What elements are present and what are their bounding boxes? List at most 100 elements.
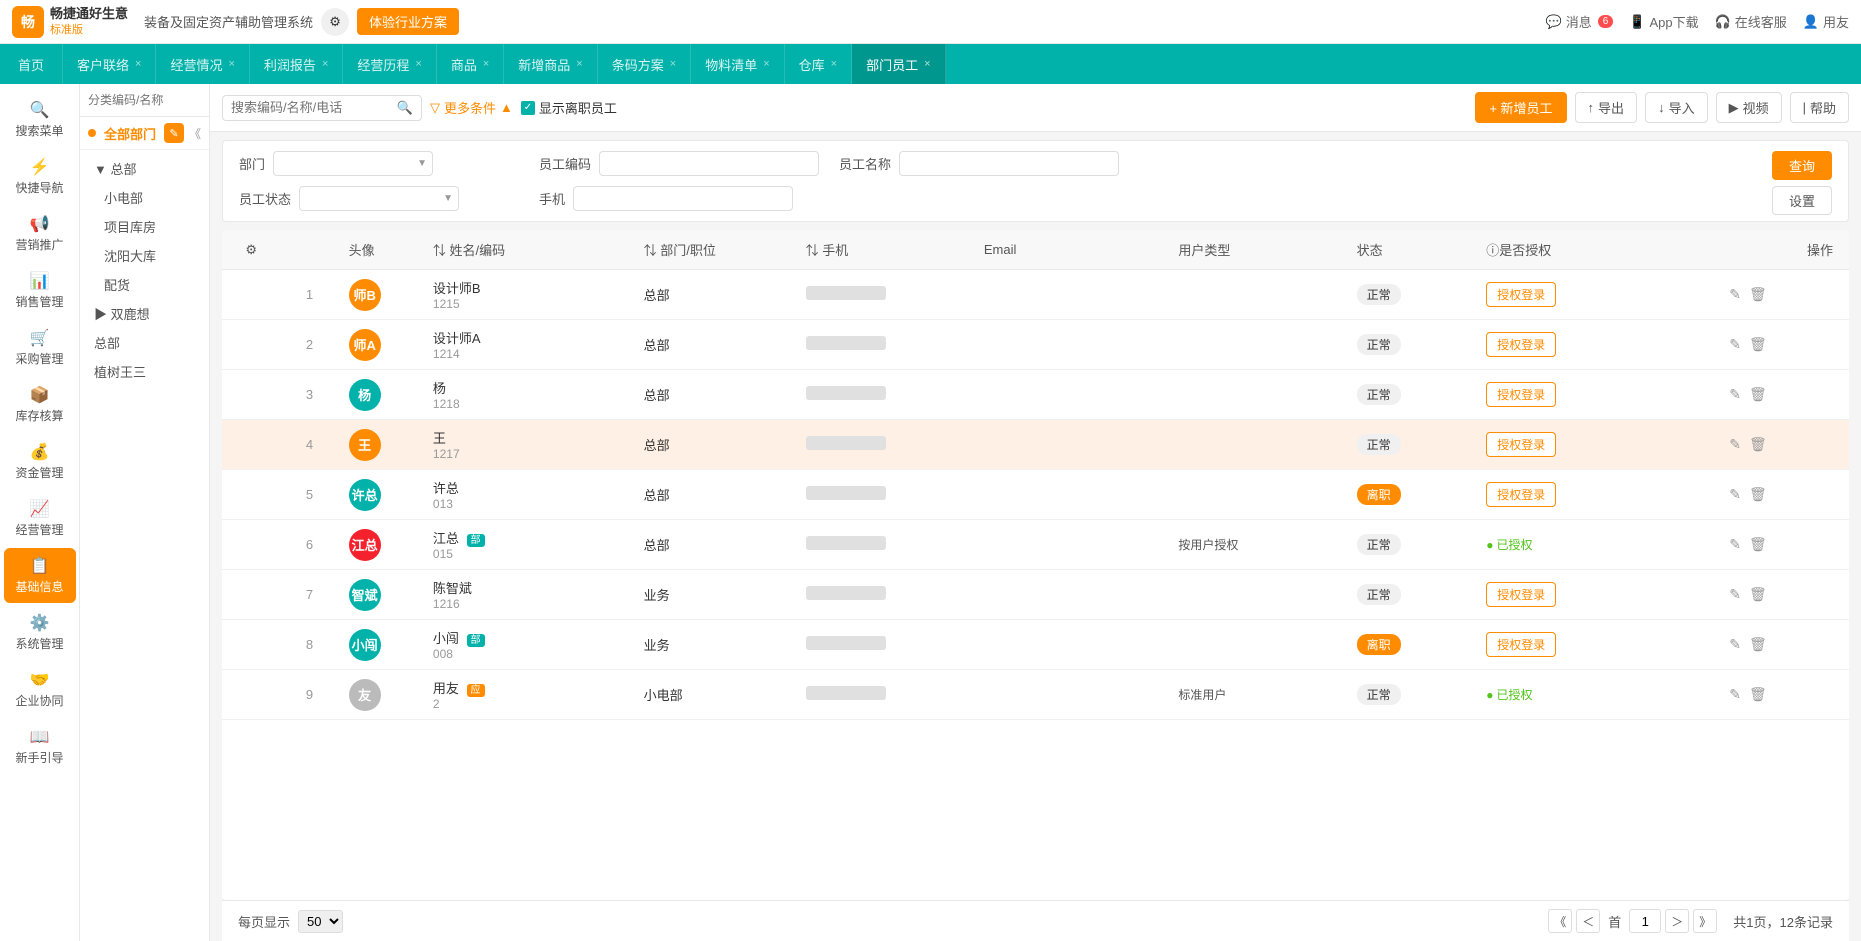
first-page-button[interactable]: 《 xyxy=(1548,909,1572,933)
tab-close-employee[interactable]: × xyxy=(924,58,930,70)
edit-icon[interactable]: ✎ xyxy=(1729,386,1741,403)
edit-icon[interactable]: ✎ xyxy=(1729,536,1741,553)
edit-icon[interactable]: ✎ xyxy=(1729,586,1741,603)
user-menu[interactable]: 👤 用友 xyxy=(1803,12,1849,31)
delete-icon[interactable]: 🗑 xyxy=(1749,586,1767,603)
tab-barcode[interactable]: 条码方案× xyxy=(598,44,691,84)
dept-item-distribution[interactable]: 配货 xyxy=(80,270,209,299)
search-icon[interactable]: 🔍 xyxy=(397,100,413,116)
tab-employee[interactable]: 部门员工× xyxy=(852,44,945,84)
trial-button[interactable]: 体验行业方案 xyxy=(357,8,459,35)
help-button[interactable]: | 帮助 xyxy=(1790,92,1849,123)
tab-new-goods[interactable]: 新增商品× xyxy=(504,44,597,84)
dept-item-shenyang[interactable]: 沈阳大库 xyxy=(80,241,209,270)
message-button[interactable]: 💬 消息 6 xyxy=(1546,12,1614,31)
filter-status-select[interactable] xyxy=(299,186,459,211)
filter-emp-name-input[interactable] xyxy=(899,151,1119,176)
sidebar-search-input[interactable] xyxy=(88,93,210,107)
tab-close-barcode[interactable]: × xyxy=(670,58,676,70)
delete-icon[interactable]: 🗑 xyxy=(1749,286,1767,303)
last-page-button[interactable]: 》 xyxy=(1693,909,1717,933)
sidebar-item-guide[interactable]: 📖 新手引导 xyxy=(4,719,76,774)
delete-icon[interactable]: 🗑 xyxy=(1749,336,1767,353)
show-inactive-toggle[interactable]: ✓ 显示离职员工 xyxy=(521,98,617,117)
add-employee-button[interactable]: + 新增员工 xyxy=(1475,92,1566,123)
edit-icon[interactable]: ✎ xyxy=(1729,336,1741,353)
filter-phone-input[interactable] xyxy=(573,186,793,211)
prev-page-button[interactable]: ＜ xyxy=(1576,909,1600,933)
sidebar-item-purchase[interactable]: 🛒 采购管理 xyxy=(4,320,76,375)
dept-item-shuanglu[interactable]: ▶ 双鹿想 xyxy=(80,299,209,328)
settings-icon[interactable]: ⚙ xyxy=(321,8,349,36)
per-page-select[interactable]: 50 xyxy=(298,910,343,933)
sidebar-item-search[interactable]: 🔍 搜索菜单 xyxy=(4,92,76,147)
tab-close-customer[interactable]: × xyxy=(135,58,141,70)
tab-operation[interactable]: 经营情况× xyxy=(156,44,249,84)
authorize-button[interactable]: 授权登录 xyxy=(1486,332,1556,357)
dept-item-hq[interactable]: 总部 xyxy=(80,328,209,357)
tab-profit[interactable]: 利润报告× xyxy=(250,44,343,84)
sidebar-item-management[interactable]: 📈 经营管理 xyxy=(4,491,76,546)
dept-item-hq-root[interactable]: ▼ 总部 xyxy=(80,154,209,183)
dept-item-project-storage[interactable]: 项目库房 xyxy=(80,212,209,241)
edit-icon[interactable]: ✎ xyxy=(1729,686,1741,703)
tab-close-warehouse[interactable]: × xyxy=(831,58,837,70)
delete-icon[interactable]: 🗑 xyxy=(1749,536,1767,553)
tab-home[interactable]: 首页 xyxy=(0,44,63,84)
more-filter-button[interactable]: ▽ 更多条件 ▲ xyxy=(430,98,513,117)
sidebar-item-sales[interactable]: 📊 销售管理 xyxy=(4,263,76,318)
tab-material[interactable]: 物料清单× xyxy=(691,44,784,84)
dept-item-small-electric[interactable]: 小电部 xyxy=(80,183,209,212)
authorize-button[interactable]: 授权登录 xyxy=(1486,282,1556,307)
tab-history[interactable]: 经营历程× xyxy=(343,44,436,84)
delete-icon[interactable]: 🗑 xyxy=(1749,686,1767,703)
delete-icon[interactable]: 🗑 xyxy=(1749,386,1767,403)
delete-icon[interactable]: 🗑 xyxy=(1749,636,1767,653)
dept-edit-icon[interactable]: ✎ xyxy=(164,123,184,143)
tab-goods[interactable]: 商品× xyxy=(437,44,504,84)
app-download-button[interactable]: 📱 App下载 xyxy=(1629,12,1698,31)
tab-close-new-goods[interactable]: × xyxy=(576,58,582,70)
tab-customer[interactable]: 客户联络× xyxy=(63,44,156,84)
filter-dept-select[interactable] xyxy=(273,151,433,176)
filter-emp-code-input[interactable] xyxy=(599,151,819,176)
delete-icon[interactable]: 🗑 xyxy=(1749,486,1767,503)
sidebar-item-basic-info[interactable]: 📋 基础信息 xyxy=(4,548,76,603)
authorize-button[interactable]: 授权登录 xyxy=(1486,582,1556,607)
show-inactive-checkbox[interactable]: ✓ xyxy=(521,101,535,115)
tab-close-goods[interactable]: × xyxy=(483,58,489,70)
online-service-button[interactable]: 🎧 在线客服 xyxy=(1715,12,1787,31)
tab-close-profit[interactable]: × xyxy=(322,58,328,70)
filter-search-button[interactable]: 查询 xyxy=(1772,151,1832,180)
sidebar-item-inventory[interactable]: 📦 库存核算 xyxy=(4,377,76,432)
authorize-button[interactable]: 授权登录 xyxy=(1486,632,1556,657)
sidebar-item-collab[interactable]: 🤝 企业协同 xyxy=(4,662,76,717)
sidebar-item-marketing[interactable]: 📢 营销推广 xyxy=(4,206,76,261)
view-button[interactable]: ▶ 视频 xyxy=(1716,92,1782,123)
col-settings[interactable]: ⚙ xyxy=(222,230,280,270)
edit-icon[interactable]: ✎ xyxy=(1729,636,1741,653)
authorize-button[interactable]: 授权登录 xyxy=(1486,382,1556,407)
sidebar-item-system[interactable]: ⚙️ 系统管理 xyxy=(4,605,76,660)
filter-reset-button[interactable]: 设置 xyxy=(1772,186,1832,215)
current-page-input[interactable] xyxy=(1629,909,1661,933)
tab-close-material[interactable]: × xyxy=(763,58,769,70)
import-button[interactable]: ↓ 导入 xyxy=(1645,92,1708,123)
delete-icon[interactable]: 🗑 xyxy=(1749,436,1767,453)
dept-item-zhishu[interactable]: 植树王三 xyxy=(80,357,209,386)
authorize-button[interactable]: 授权登录 xyxy=(1486,432,1556,457)
all-dept-item[interactable]: 全部部门 ✎ 《 xyxy=(80,117,209,150)
sidebar-item-finance[interactable]: 💰 资金管理 xyxy=(4,434,76,489)
tab-close-history[interactable]: × xyxy=(415,58,421,70)
sidebar-item-shortcut[interactable]: ⚡ 快捷导航 xyxy=(4,149,76,204)
tab-warehouse[interactable]: 仓库× xyxy=(785,44,852,84)
edit-icon[interactable]: ✎ xyxy=(1729,286,1741,303)
edit-icon[interactable]: ✎ xyxy=(1729,486,1741,503)
next-page-button[interactable]: ＞ xyxy=(1665,909,1689,933)
edit-icon[interactable]: ✎ xyxy=(1729,436,1741,453)
collapse-btn[interactable]: 《 xyxy=(189,125,201,142)
authorize-button[interactable]: 授权登录 xyxy=(1486,482,1556,507)
search-input[interactable] xyxy=(231,100,393,115)
tab-close-operation[interactable]: × xyxy=(228,58,234,70)
export-button[interactable]: ↑ 导出 xyxy=(1575,92,1638,123)
